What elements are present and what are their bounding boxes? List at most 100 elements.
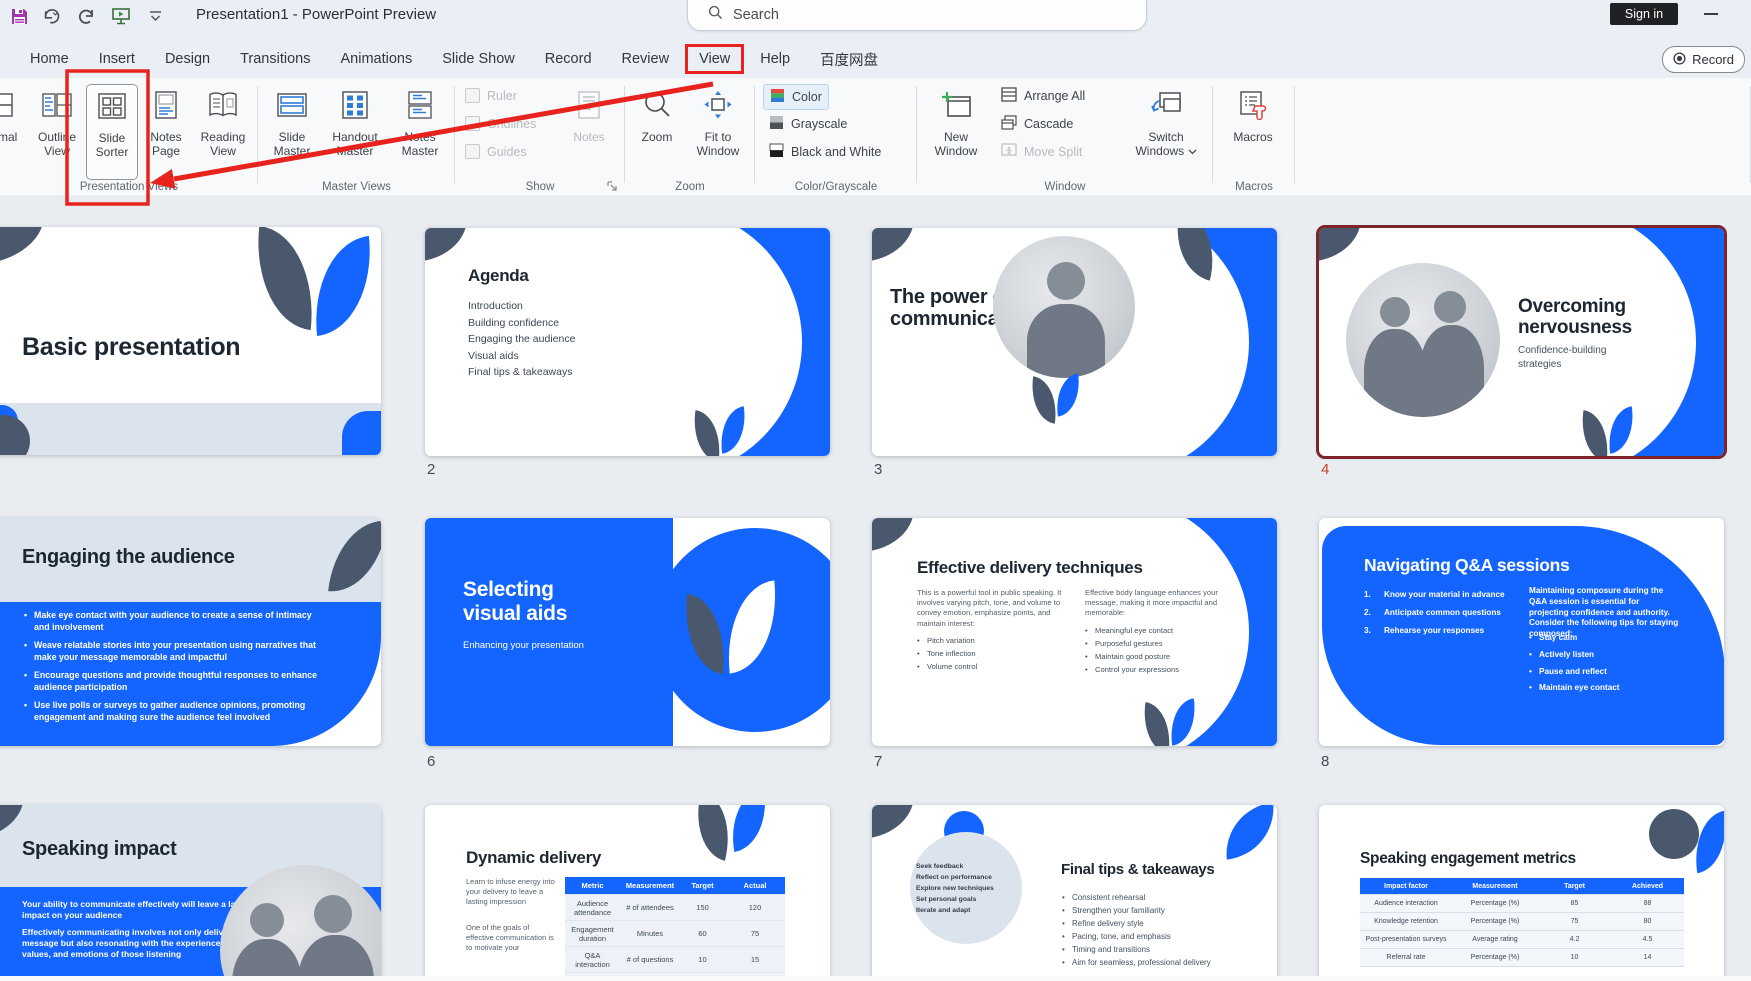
ribbon-button-outline-view[interactable]: Outline View — [28, 84, 86, 180]
black-and-white-icon — [769, 143, 784, 161]
slide-circle-list: Seek feedback Reflect on performance Explo… — [916, 861, 1016, 916]
table-cell: Percentage (%) — [1452, 895, 1538, 913]
decorative-leaf — [724, 805, 774, 853]
undo-icon[interactable] — [42, 5, 64, 27]
slide-intro: One of the goals of effective communicat… — [466, 923, 554, 952]
ribbon-button-grayscale[interactable]: Grayscale — [763, 112, 853, 136]
ribbon-button-normal[interactable]: Normal — [0, 84, 26, 180]
table-row: Audience attendance # of attendees 150 120 — [565, 895, 785, 921]
decorative-shape — [1319, 228, 1361, 262]
list-item: • Weave relatable stories into your prese… — [24, 640, 316, 662]
guides-checkbox-icon — [465, 144, 480, 159]
tab-transitions[interactable]: Transitions — [240, 51, 310, 67]
list-item: • Maintain good posture — [1085, 652, 1171, 661]
tab-home[interactable]: Home — [30, 51, 69, 67]
tab-design[interactable]: Design — [165, 51, 210, 67]
group-label-master-views: Master Views — [322, 181, 391, 193]
table-cell: Percentage (%) — [1452, 913, 1538, 931]
tab-animations[interactable]: Animations — [340, 51, 412, 67]
tab-view[interactable]: View — [685, 44, 745, 74]
ribbon-button-color[interactable]: Color — [763, 84, 829, 110]
notes-icon — [576, 90, 602, 125]
macros-icon — [1238, 90, 1268, 125]
list-item: Seek feedback — [916, 863, 964, 870]
sign-in-button[interactable]: Sign in — [1610, 3, 1678, 25]
ribbon-button-new-window[interactable]: New Window — [925, 84, 987, 180]
slide-thumbnail-6[interactable]: Selecting visual aids Enhancing your pre… — [425, 518, 830, 746]
slide-thumbnail-10[interactable]: Dynamic delivery Learn to infuse energy … — [425, 805, 830, 981]
slide-thumbnail-7[interactable]: Effective delivery techniques This is a … — [872, 518, 1277, 746]
slide-number-4: 4 — [1321, 461, 1330, 478]
table-cell: Engagement duration — [565, 921, 620, 947]
list-item: • Stay calm — [1529, 633, 1578, 642]
table-cell: 88 — [1611, 895, 1684, 913]
slide-body-list: Introduction Building confidence Engaging … — [468, 298, 575, 381]
table-row: Engagement duration Minutes 60 75 — [565, 921, 785, 947]
slide-paragraph: Your ability to communicate effectively … — [22, 899, 256, 920]
tab-slide-show[interactable]: Slide Show — [442, 51, 515, 67]
search-input[interactable]: Search — [687, 0, 1147, 31]
slide-title: Speaking engagement metrics — [1360, 850, 1576, 867]
ribbon-button-handout-master[interactable]: Handout Master — [322, 84, 388, 180]
ribbon-button-zoom[interactable]: Zoom — [631, 84, 683, 180]
list-item: • Control your expressions — [1085, 665, 1179, 674]
redo-icon[interactable] — [76, 5, 98, 27]
decorative-shape — [872, 228, 914, 262]
save-icon[interactable] — [8, 5, 30, 27]
table-row: Q&A interaction # of questions 10 15 — [565, 947, 785, 973]
slide-column-list: • Meaningful eye contact • Purposeful gestu… — [1085, 624, 1235, 676]
ribbon-button-switch-windows[interactable]: Switch Windows — [1125, 84, 1207, 180]
slide-thumbnail-3[interactable]: The power of communication — [872, 228, 1277, 456]
gridlines-checkbox-icon — [465, 116, 480, 131]
group-zoom: Zoom Fit to Window Zoom — [625, 78, 755, 195]
slide-master-icon — [276, 90, 308, 125]
slide-thumbnail-12[interactable]: Speaking engagement metrics Impact facto… — [1319, 805, 1724, 981]
record-button[interactable]: Record — [1662, 46, 1745, 73]
tab-insert[interactable]: Insert — [99, 51, 135, 67]
table-cell: Percentage (%) — [1452, 949, 1538, 967]
ribbon-button-slide-master[interactable]: Slide Master — [264, 84, 320, 180]
slide-column-list: • Stay calm • Actively listen • Pause and ref… — [1529, 632, 1679, 699]
slide-thumbnail-2[interactable]: Agenda Introduction Building confidence En… — [425, 228, 830, 456]
decorative-leaf — [1221, 805, 1277, 860]
reading-view-icon — [207, 90, 239, 125]
ribbon-button-macros[interactable]: Macros — [1223, 84, 1283, 180]
ribbon-tabs: Home Insert Design Transitions Animation… — [0, 40, 1751, 78]
slide-intro: Learn to infuse energy into your deliver… — [466, 877, 555, 906]
group-presentation-views: Normal Outline View Slide Sorter Notes P… — [0, 78, 258, 195]
slide-thumbnail-1[interactable]: Basic presentation — [0, 227, 381, 455]
tab-baidu-netdisk[interactable]: 百度网盘 — [820, 49, 878, 70]
minimize-button[interactable] — [1704, 13, 1718, 15]
slide-thumbnail-4[interactable]: Overcoming nervousness Confidence-buildi… — [1316, 225, 1727, 459]
ribbon-button-reading-view[interactable]: Reading View — [194, 84, 252, 180]
ribbon-button-arrange-all[interactable]: Arrange All — [995, 84, 1091, 108]
ribbon-button-slide-sorter[interactable]: Slide Sorter — [86, 84, 138, 180]
start-slideshow-icon[interactable] — [110, 5, 132, 27]
ribbon-button-cascade[interactable]: Cascade — [995, 112, 1079, 136]
customize-toolbar-icon[interactable] — [144, 5, 166, 27]
slide-column-intro: This is a powerful tool in public speaki… — [917, 588, 1062, 628]
ribbon-button-notes-master[interactable]: Notes Master — [392, 84, 448, 180]
group-label-macros: Macros — [1235, 181, 1273, 193]
table-row: Knowledge retention Percentage (%) 75 80 — [1360, 913, 1684, 931]
slide-thumbnail-9[interactable]: Speaking impact Your ability to communic… — [0, 805, 381, 981]
ribbon-button-black-and-white[interactable]: Black and White — [763, 140, 887, 164]
outline-view-icon — [42, 90, 72, 125]
tab-review[interactable]: Review — [622, 51, 670, 67]
ribbon-button-fit-to-window[interactable]: Fit to Window — [687, 84, 749, 180]
slide-thumbnail-11[interactable]: Seek feedback Reflect on performance Explo… — [872, 805, 1277, 981]
ribbon-button-notes-page[interactable]: Notes Page — [140, 84, 192, 180]
decorative-shape — [872, 518, 914, 552]
slide-thumbnail-5[interactable]: Engaging the audience • Make eye contact … — [0, 518, 381, 746]
decorative-leaf — [307, 236, 379, 336]
decorative-leaf — [249, 227, 321, 330]
slide-thumbnail-8[interactable]: Navigating Q&A sessions 1. Know your mate… — [1319, 518, 1724, 746]
list-item: • Consistent rehearsal — [1062, 893, 1146, 902]
table-cell: 4.2 — [1538, 931, 1611, 949]
tab-help[interactable]: Help — [760, 51, 790, 67]
slide-title: Overcoming nervousness — [1518, 296, 1632, 339]
slide-photo — [993, 236, 1135, 378]
normal-view-icon — [0, 90, 13, 125]
tab-record[interactable]: Record — [545, 51, 592, 67]
group-label-window: Window — [1044, 181, 1086, 193]
